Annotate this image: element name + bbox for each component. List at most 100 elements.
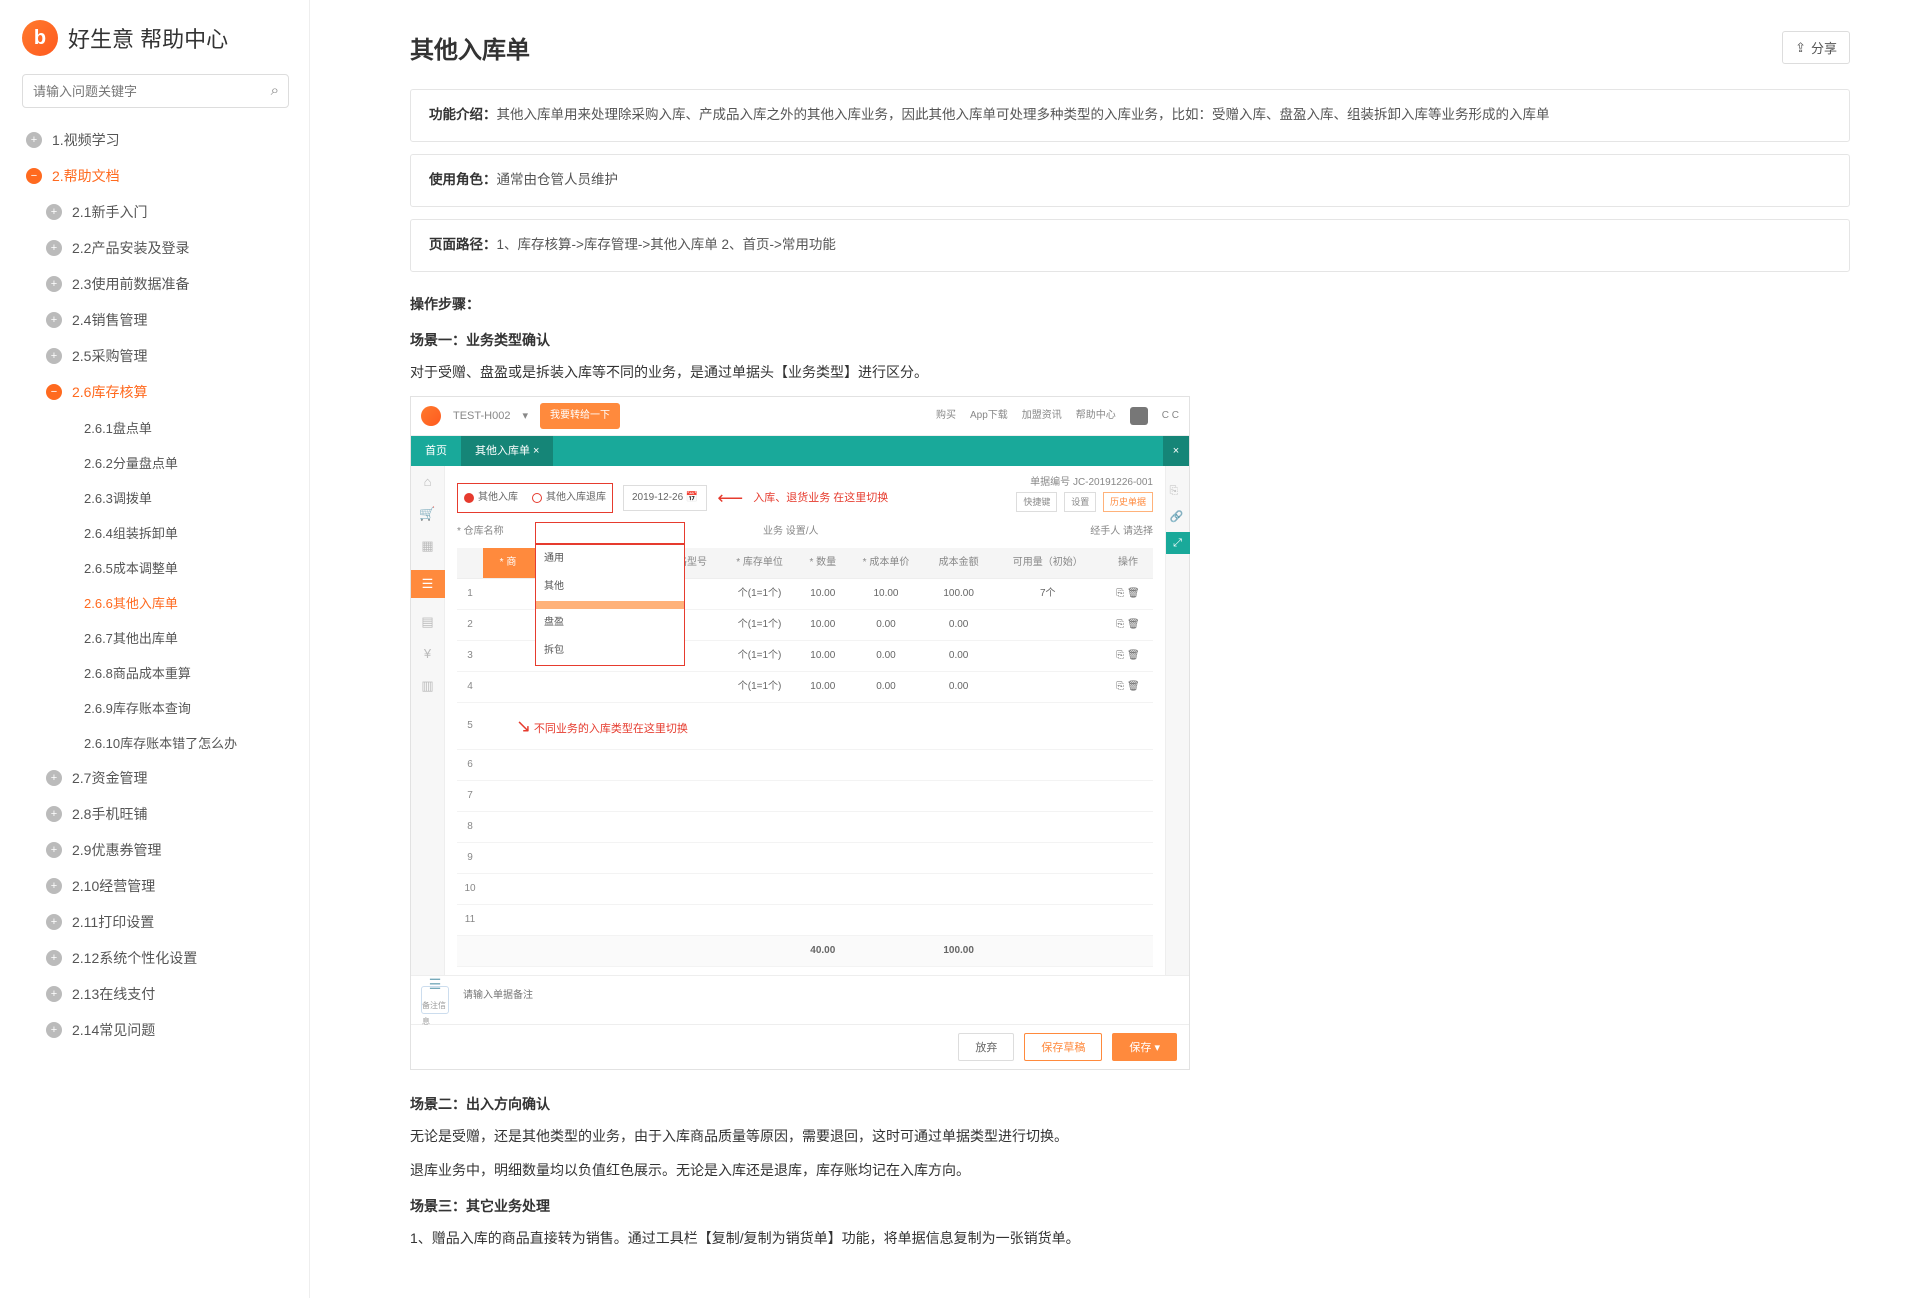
tab-current[interactable]: 其他入库单 × — [461, 436, 553, 466]
save-draft-button[interactable]: 保存草稿 — [1024, 1033, 1102, 1061]
scene1-p1: 对于受赠、盘盈或是拆装入库等不同的业务，是通过单据头【业务类型】进行区分。 — [410, 358, 1850, 386]
app-logo-icon — [421, 406, 441, 426]
path-text: 1、库存核算->库存管理->其他入库单 2、首页->常用功能 — [497, 237, 836, 252]
table-row: 11 — [457, 904, 1153, 935]
content-block: 操作步骤： 场景一：业务类型确认 对于受赠、盘盈或是拆装入库等不同的业务，是通过… — [410, 290, 1850, 1252]
top-app[interactable]: App下载 — [970, 406, 1008, 426]
tag-history[interactable]: 历史单据 — [1103, 492, 1153, 512]
app-side-nav: ⌂ 🛒 ▦ ☰ ▤ ¥ ▥ — [411, 466, 445, 975]
nav-2-6[interactable]: −2.6库存核算 — [22, 374, 289, 410]
save-button[interactable]: 保存 ▾ — [1112, 1033, 1177, 1061]
row-action-icon[interactable]: ⎘ 🗑 — [1103, 671, 1153, 702]
th-unit: * 库存单位 — [721, 548, 798, 579]
side-box-icon[interactable]: ▦ — [420, 538, 436, 554]
top-help[interactable]: 帮助中心 — [1076, 406, 1116, 426]
doc-meta: 单据编号 JC-20191226-001 快捷键 设置 历史单据 — [1012, 474, 1153, 512]
sidebar: b 好生意 帮助中心 ⌕ +1.视频学习 −2.帮助文档 +2.1新手入门 +2… — [0, 0, 310, 1298]
role-box: 使用角色：通常由仓管人员维护 — [410, 154, 1850, 207]
nav-help-docs[interactable]: −2.帮助文档 — [22, 158, 289, 194]
nav-2-6-8[interactable]: 2.6.8商品成本重算 — [22, 655, 289, 690]
brand-row: b 好生意 帮助中心 — [22, 20, 289, 56]
tabs-close-icon[interactable]: × — [1163, 436, 1189, 466]
steps-heading: 操作步骤： — [410, 290, 1850, 318]
dd-opt-2[interactable]: 其他 — [536, 573, 684, 601]
nav-2-6-2[interactable]: 2.6.2分量盘点单 — [22, 445, 289, 480]
logo-icon: b — [22, 20, 58, 56]
share-button[interactable]: ⇪分享 — [1782, 31, 1850, 64]
upgrade-button[interactable]: 我要转给一下 — [540, 403, 620, 429]
nav-2-6-6[interactable]: 2.6.6其他入库单 — [22, 585, 289, 620]
field-warehouse: * 仓库名称 — [457, 522, 517, 544]
table-sum-row: 40.00100.00 — [457, 935, 1153, 966]
biztype-input[interactable] — [535, 522, 685, 544]
dd-opt-4[interactable]: 拆包 — [536, 637, 684, 665]
row-action-icon[interactable]: ⎘ 🗑 — [1103, 640, 1153, 671]
search-input[interactable] — [22, 74, 289, 108]
biztype-dropdown[interactable]: 通用 其他 盘盈 拆包 — [535, 522, 685, 544]
nav-2-6-4[interactable]: 2.6.4组装拆卸单 — [22, 515, 289, 550]
nav-2-3[interactable]: +2.3使用前数据准备 — [22, 266, 289, 302]
annotation-2: 不同业务的入库类型在这里切换 — [534, 723, 688, 735]
nav-video[interactable]: +1.视频学习 — [22, 122, 289, 158]
app-tabs: 首页 其他入库单 × × — [411, 436, 1189, 466]
side-stock-icon[interactable]: ☰ — [411, 570, 445, 598]
top-buy[interactable]: 购买 — [936, 406, 956, 426]
nav-2-11[interactable]: +2.11打印设置 — [22, 904, 289, 940]
row-action-icon[interactable]: ⎘ 🗑 — [1103, 578, 1153, 609]
scene1-title: 场景一：业务类型确认 — [410, 326, 1850, 354]
date-picker[interactable]: 2019-12-26 📅 — [623, 485, 707, 511]
nav-2-9[interactable]: +2.9优惠券管理 — [22, 832, 289, 868]
app-topbar: TEST-H002 ▾ 我要转给一下 购买 App下载 加盟资讯 帮助中心 C … — [411, 397, 1189, 436]
nav-2-7[interactable]: +2.7资金管理 — [22, 760, 289, 796]
search-icon[interactable]: ⌕ — [271, 82, 279, 99]
nav-2-12[interactable]: +2.12系统个性化设置 — [22, 940, 289, 976]
nav-2-10[interactable]: +2.10经营管理 — [22, 868, 289, 904]
tag-settings[interactable]: 设置 — [1064, 492, 1096, 512]
user-name: C C — [1162, 406, 1179, 426]
nav-2-8[interactable]: +2.8手机旺铺 — [22, 796, 289, 832]
top-msg[interactable]: 加盟资讯 — [1022, 406, 1062, 426]
nav-2-6-5[interactable]: 2.6.5成本调整单 — [22, 550, 289, 585]
nav-2-6-10[interactable]: 2.6.10库存账本错了怎么办 — [22, 725, 289, 760]
tool-copy-icon[interactable]: ⎘ — [1170, 480, 1186, 496]
nav-2-13[interactable]: +2.13在线支付 — [22, 976, 289, 1012]
row-action-icon[interactable]: ⎘ 🗑 — [1103, 609, 1153, 640]
side-report-icon[interactable]: ▥ — [420, 678, 436, 694]
tool-link-icon[interactable]: 🔗 — [1170, 506, 1186, 522]
role-text: 通常由仓管人员维护 — [497, 172, 619, 187]
nav-2-6-7[interactable]: 2.6.7其他出库单 — [22, 620, 289, 655]
side-cart-icon[interactable]: 🛒 — [420, 506, 436, 522]
discard-button[interactable]: 放弃 — [958, 1033, 1014, 1061]
biztype-options: 通用 其他 盘盈 拆包 — [535, 544, 685, 666]
nav-2-6-3[interactable]: 2.6.3调拨单 — [22, 480, 289, 515]
tag-shortcut[interactable]: 快捷键 — [1016, 492, 1057, 512]
radio-in[interactable]: 其他入库 — [464, 488, 518, 508]
dd-opt-3[interactable]: 盘盈 — [536, 609, 684, 637]
field-dept: 业务 设置/人 — [763, 522, 823, 544]
nav-2-14[interactable]: +2.14常见问题 — [22, 1012, 289, 1048]
remark-input[interactable] — [459, 986, 1179, 1005]
nav-2-4[interactable]: +2.4销售管理 — [22, 302, 289, 338]
th-code: * 商 — [483, 548, 533, 579]
avatar-icon[interactable] — [1130, 407, 1148, 425]
th-qty: * 数量 — [798, 548, 847, 579]
side-chart-icon[interactable]: ▤ — [420, 614, 436, 630]
dd-opt-hl[interactable] — [536, 601, 684, 609]
table-row: 9 — [457, 842, 1153, 873]
tab-home[interactable]: 首页 — [411, 436, 461, 466]
scene3-p1: 1、赠品入库的商品直接转为销售。通过工具栏【复制/复制为销货单】功能，将单据信息… — [410, 1224, 1850, 1252]
tool-expand-icon[interactable]: ⤢ — [1166, 532, 1190, 554]
side-money-icon[interactable]: ¥ — [420, 646, 436, 662]
annotation-1: 入库、退货业务 在这里切换 — [753, 487, 888, 509]
remark-row: ☰备注信息 — [411, 975, 1189, 1024]
nav-2-1[interactable]: +2.1新手入门 — [22, 194, 289, 230]
side-home-icon[interactable]: ⌂ — [420, 474, 436, 490]
scene3-title: 场景三：其它业务处理 — [410, 1192, 1850, 1220]
nav-2-6-1[interactable]: 2.6.1盘点单 — [22, 410, 289, 445]
nav-2-5[interactable]: +2.5采购管理 — [22, 338, 289, 374]
nav-2-6-9[interactable]: 2.6.9库存账本查询 — [22, 690, 289, 725]
table-row: 4个(1=1个)10.000.000.00⎘ 🗑 — [457, 671, 1153, 702]
dd-opt-1[interactable]: 通用 — [536, 545, 684, 573]
radio-return[interactable]: 其他入库退库 — [532, 488, 606, 508]
nav-2-2[interactable]: +2.2产品安装及登录 — [22, 230, 289, 266]
